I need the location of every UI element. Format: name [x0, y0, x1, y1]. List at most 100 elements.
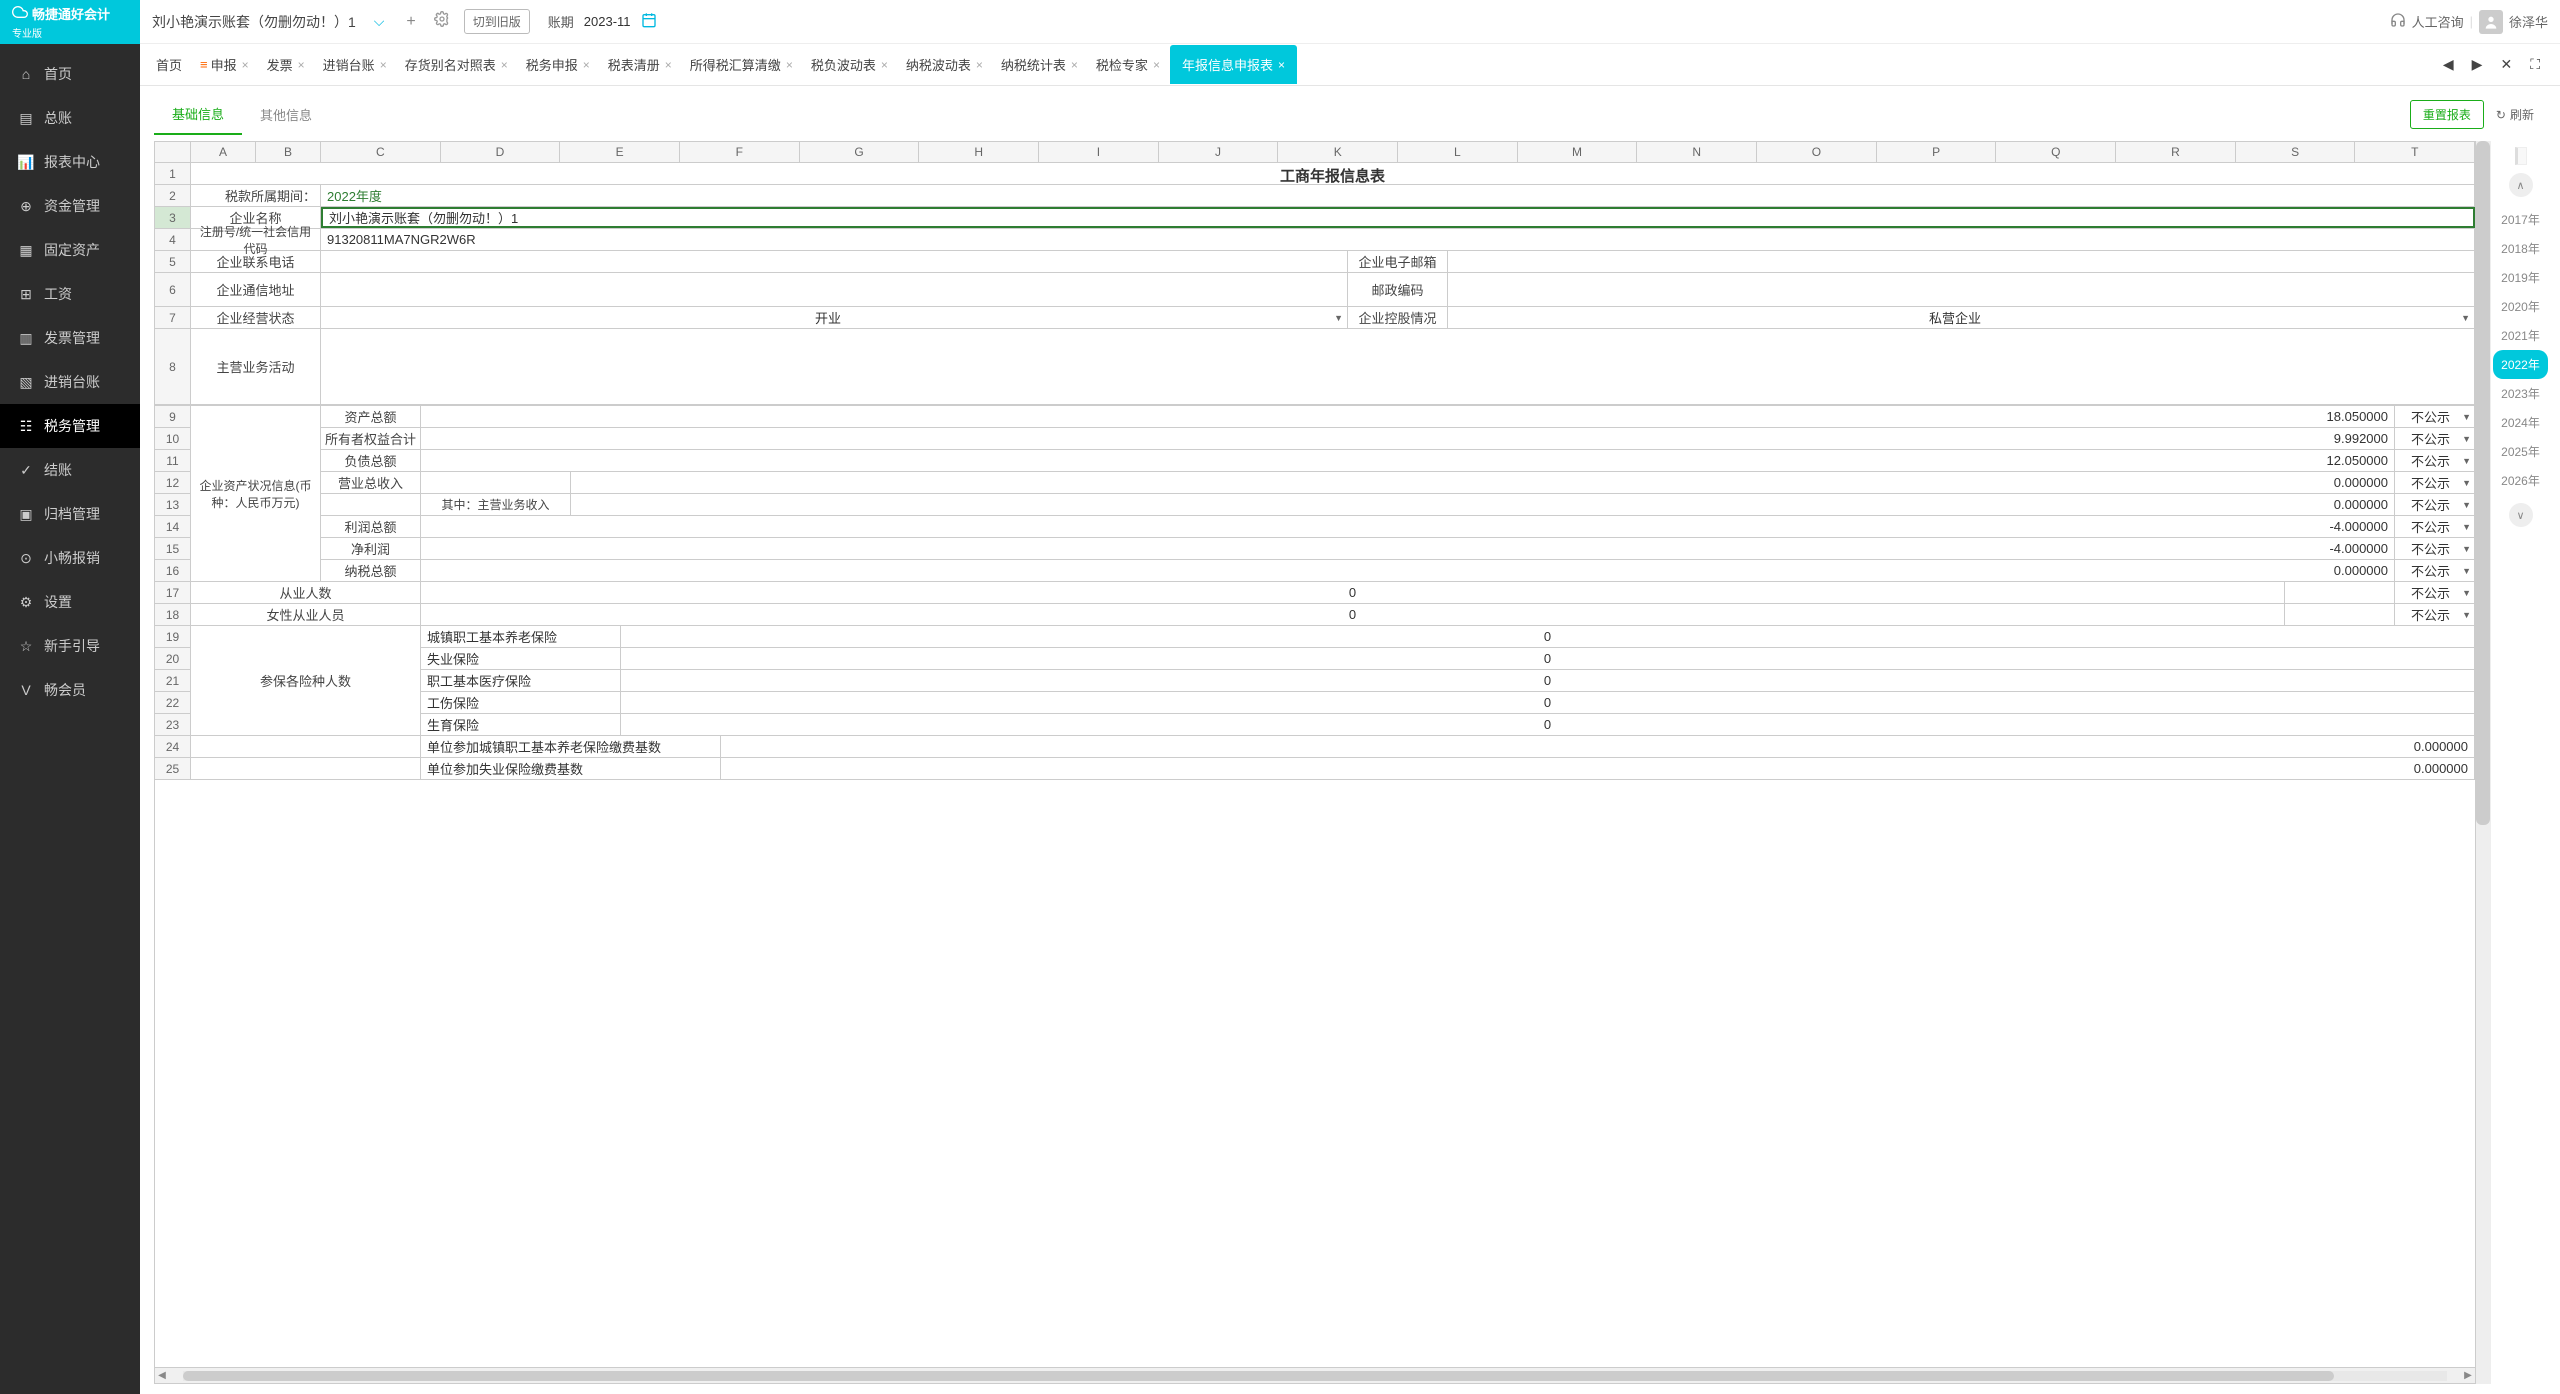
- col-header-T[interactable]: T: [2355, 142, 2475, 162]
- sidebar-item-8[interactable]: ☷税务管理: [0, 404, 140, 448]
- year-2020年[interactable]: 2020年: [2493, 292, 2548, 321]
- tab-close-icon[interactable]: ×: [501, 58, 508, 72]
- row-number[interactable]: 16: [155, 560, 191, 582]
- fin-value[interactable]: -4.000000: [421, 538, 2395, 559]
- sidebar-item-4[interactable]: ▦固定资产: [0, 228, 140, 272]
- main-biz-input[interactable]: [321, 329, 2475, 404]
- ins-row-value[interactable]: 0: [621, 670, 2475, 691]
- year-2018年[interactable]: 2018年: [2493, 234, 2548, 263]
- tabs-close-icon[interactable]: ✕: [2492, 50, 2520, 79]
- fin-value[interactable]: 12.050000: [421, 450, 2395, 471]
- row-number[interactable]: 2: [155, 185, 191, 206]
- row-number[interactable]: 6: [155, 273, 191, 306]
- col-header-K[interactable]: K: [1278, 142, 1398, 162]
- pub-select[interactable]: 不公示: [2395, 428, 2475, 449]
- tab-1[interactable]: ≡申报×: [192, 45, 257, 84]
- col-header-N[interactable]: N: [1637, 142, 1757, 162]
- row-number[interactable]: 8: [155, 329, 191, 404]
- row-number[interactable]: 11: [155, 450, 191, 472]
- col-header-D[interactable]: D: [441, 142, 561, 162]
- tab-close-icon[interactable]: ×: [242, 58, 249, 72]
- row-number[interactable]: 24: [155, 736, 191, 757]
- row-number[interactable]: 10: [155, 428, 191, 450]
- reg-value[interactable]: 91320811MA7NGR2W6R: [321, 229, 2475, 250]
- row-number[interactable]: 19: [155, 626, 191, 648]
- sidebar-item-1[interactable]: ▤总账: [0, 96, 140, 140]
- col-header-C[interactable]: C: [321, 142, 441, 162]
- year-2026年[interactable]: 2026年: [2493, 466, 2548, 495]
- pub-select[interactable]: 不公示: [2395, 450, 2475, 471]
- col-header-E[interactable]: E: [560, 142, 680, 162]
- fin-value[interactable]: 0.000000: [421, 560, 2395, 581]
- status-select[interactable]: 开业: [321, 307, 1348, 328]
- fin-value[interactable]: 9.992000: [421, 428, 2395, 449]
- switch-old-version-button[interactable]: 切到旧版: [464, 9, 530, 34]
- col-header-Q[interactable]: Q: [1996, 142, 2116, 162]
- year-2021年[interactable]: 2021年: [2493, 321, 2548, 350]
- ins-row-value[interactable]: 0: [621, 648, 2475, 669]
- sidebar-item-3[interactable]: ⊕资金管理: [0, 184, 140, 228]
- tab-close-icon[interactable]: ×: [976, 58, 983, 72]
- year-2019年[interactable]: 2019年: [2493, 263, 2548, 292]
- postal-input[interactable]: [1448, 273, 2475, 306]
- row-number[interactable]: 23: [155, 714, 191, 736]
- ins-row-value[interactable]: 0: [621, 626, 2475, 647]
- horizontal-scrollbar[interactable]: ◀ ▶: [155, 1367, 2475, 1383]
- holding-select[interactable]: 私营企业: [1448, 307, 2475, 328]
- subtab-basic[interactable]: 基础信息: [154, 94, 242, 135]
- year-2017年[interactable]: 2017年: [2493, 205, 2548, 234]
- col-header-A[interactable]: A: [191, 142, 256, 162]
- pub-select[interactable]: 不公示: [2395, 494, 2475, 515]
- row-number[interactable]: 18: [155, 604, 191, 625]
- tab-9[interactable]: 纳税波动表×: [898, 45, 991, 84]
- settings-icon[interactable]: [430, 11, 454, 32]
- year-down-icon[interactable]: ∨: [2509, 503, 2533, 527]
- row-number[interactable]: 14: [155, 516, 191, 538]
- sidebar-item-10[interactable]: ▣归档管理: [0, 492, 140, 536]
- fin-value[interactable]: -4.000000: [421, 516, 2395, 537]
- account-dropdown-icon[interactable]: ⌵: [366, 13, 393, 30]
- period-value[interactable]: 2023-11: [584, 14, 631, 29]
- tab-close-icon[interactable]: ×: [583, 58, 590, 72]
- year-2023年[interactable]: 2023年: [2493, 379, 2548, 408]
- consult-link[interactable]: 人工咨询: [2412, 12, 2464, 31]
- col-header-F[interactable]: F: [680, 142, 800, 162]
- vertical-scrollbar[interactable]: [2476, 141, 2490, 1384]
- tab-10[interactable]: 纳税统计表×: [993, 45, 1086, 84]
- tab-5[interactable]: 税务申报×: [518, 45, 598, 84]
- email-input[interactable]: [1448, 251, 2475, 272]
- tab-0[interactable]: 首页: [152, 45, 190, 84]
- row-number[interactable]: 3: [155, 207, 191, 228]
- subtab-other[interactable]: 其他信息: [242, 95, 330, 134]
- tab-6[interactable]: 税表清册×: [600, 45, 680, 84]
- row-number[interactable]: 4: [155, 229, 191, 250]
- fin-value[interactable]: 18.050000: [421, 406, 2395, 427]
- row-number[interactable]: 1: [155, 163, 191, 184]
- pub-select[interactable]: 不公示: [2395, 516, 2475, 537]
- tab-close-icon[interactable]: ×: [298, 58, 305, 72]
- sidebar-item-0[interactable]: ⌂首页: [0, 52, 140, 96]
- sidebar-item-6[interactable]: ▥发票管理: [0, 316, 140, 360]
- base-row-value[interactable]: 0.000000: [721, 736, 2475, 757]
- col-header-O[interactable]: O: [1757, 142, 1877, 162]
- sidebar-item-13[interactable]: ☆新手引导: [0, 624, 140, 668]
- row-number[interactable]: 25: [155, 758, 191, 779]
- company-input[interactable]: 刘小艳演示账套（勿删勿动！）1: [321, 207, 2475, 228]
- row-number[interactable]: 9: [155, 406, 191, 428]
- tabs-prev-icon[interactable]: ◀: [2435, 50, 2462, 79]
- tab-3[interactable]: 进销台账×: [315, 45, 395, 84]
- col-header-R[interactable]: R: [2116, 142, 2236, 162]
- username[interactable]: 徐泽华: [2509, 12, 2548, 31]
- row-number[interactable]: 5: [155, 251, 191, 272]
- year-2024年[interactable]: 2024年: [2493, 408, 2548, 437]
- tab-7[interactable]: 所得税汇算清缴×: [682, 45, 801, 84]
- pub-select[interactable]: 不公示: [2395, 538, 2475, 559]
- sidebar-item-14[interactable]: V畅会员: [0, 668, 140, 712]
- row-number[interactable]: 15: [155, 538, 191, 560]
- row-number[interactable]: 20: [155, 648, 191, 670]
- row-number[interactable]: 12: [155, 472, 191, 494]
- female-value[interactable]: 0: [421, 604, 2285, 625]
- refresh-button[interactable]: ↻ 刷新: [2484, 101, 2546, 128]
- col-header-P[interactable]: P: [1877, 142, 1997, 162]
- pub-select[interactable]: 不公示: [2395, 582, 2475, 603]
